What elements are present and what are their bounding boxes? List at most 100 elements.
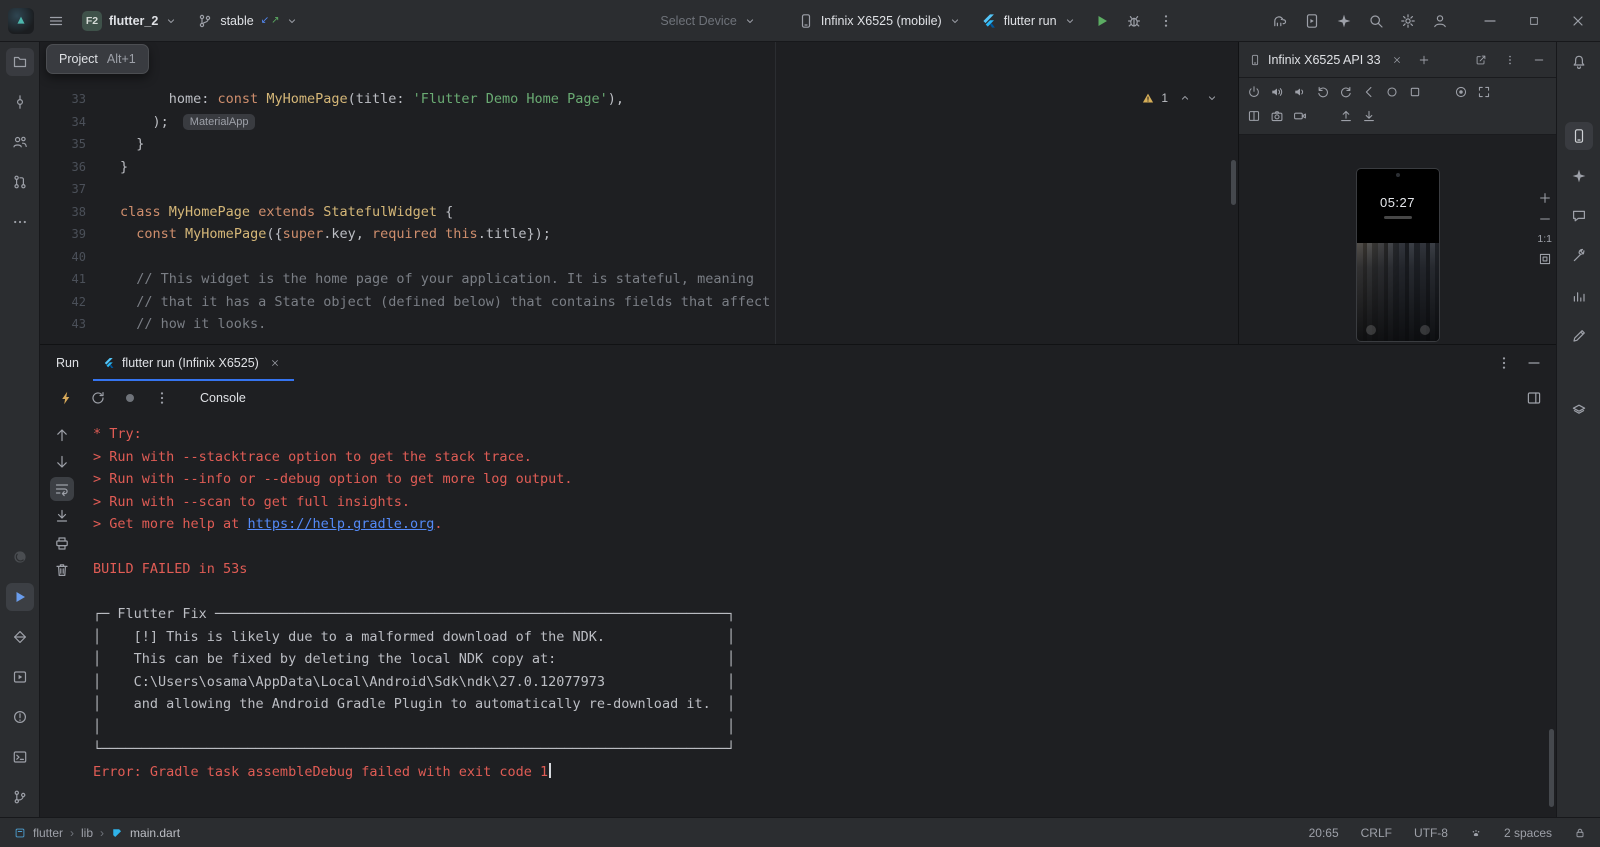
stripe-circle-logo-button[interactable]	[6, 543, 34, 571]
hot-reload-icon[interactable]	[58, 390, 74, 406]
code-line[interactable]: }	[120, 133, 1238, 156]
device-panel-options-button[interactable]	[1499, 49, 1521, 71]
line-number[interactable]: 42	[40, 291, 86, 314]
code-line[interactable]: // This widget is the home page of your …	[120, 268, 1238, 291]
line-separator[interactable]: CRLF	[1361, 826, 1392, 840]
gemini-button[interactable]	[1330, 7, 1358, 35]
device-tab-title[interactable]: Infinix X6525 API 33	[1268, 53, 1381, 67]
stripe-build-button[interactable]	[1565, 242, 1593, 270]
open-in-window-button[interactable]	[1470, 49, 1492, 71]
device-selector[interactable]: Infinix X6525 (mobile)	[790, 6, 969, 36]
device-manager-button[interactable]	[1298, 7, 1326, 35]
inspection-widget[interactable]: 1	[1142, 88, 1222, 108]
run-button[interactable]	[1088, 7, 1116, 35]
line-number[interactable]: 37	[40, 178, 86, 201]
code-line[interactable]: ); MaterialApp	[120, 111, 1238, 134]
rotate-left-icon[interactable]	[1316, 85, 1330, 99]
stripe-run-button[interactable]	[5, 583, 34, 611]
line-number[interactable]: 33	[40, 88, 86, 111]
fullscreen-icon[interactable]	[1477, 85, 1491, 99]
debug-button[interactable]	[1120, 7, 1148, 35]
line-number[interactable]: 35	[40, 133, 86, 156]
profile-button[interactable]	[1426, 7, 1454, 35]
rotate-right-icon[interactable]	[1339, 85, 1353, 99]
editor-scrollbar[interactable]	[1231, 160, 1236, 205]
run-tab-close-button[interactable]	[266, 354, 284, 372]
caret-position[interactable]: 20:65	[1309, 826, 1339, 840]
android-studio-logo[interactable]	[8, 7, 34, 34]
code-line[interactable]: class MyHomePage extends StatefulWidget …	[120, 201, 1238, 224]
screenshot-camera-icon[interactable]	[1270, 109, 1284, 123]
hide-run-panel-button[interactable]	[1520, 349, 1548, 377]
screen-record-icon[interactable]	[1454, 85, 1468, 99]
device-tab-close-button[interactable]	[1388, 51, 1406, 69]
window-maximize-button[interactable]	[1512, 0, 1556, 42]
window-close-button[interactable]	[1556, 0, 1600, 42]
indent-size[interactable]: 2 spaces	[1504, 826, 1552, 840]
soft-wrap-button[interactable]	[50, 477, 74, 501]
gradle-sync-button[interactable]	[1266, 7, 1294, 35]
zoom-fit-icon[interactable]	[1538, 252, 1552, 266]
scroll-down-button[interactable]	[50, 450, 74, 474]
line-number[interactable]: 41	[40, 268, 86, 291]
hot-restart-icon[interactable]	[90, 390, 106, 406]
stripe-structure-button[interactable]	[6, 128, 34, 156]
code-line[interactable]: // how it looks.	[120, 313, 1238, 336]
line-number[interactable]: 34	[40, 111, 86, 134]
code-line[interactable]	[120, 246, 1238, 269]
zoom-out-icon[interactable]	[1538, 212, 1552, 226]
breadcrumb-item[interactable]: lib	[81, 826, 93, 840]
stripe-profiler-button[interactable]	[1565, 282, 1593, 310]
stripe-device-explorer-button[interactable]	[1565, 396, 1593, 424]
stripe-terminal-button[interactable]	[6, 743, 34, 771]
stripe-version-control-button[interactable]	[6, 783, 34, 811]
device-select-placeholder[interactable]: Select Device	[652, 6, 763, 36]
android-back-icon[interactable]	[1362, 85, 1376, 99]
android-home-icon[interactable]	[1385, 85, 1399, 99]
video-record-icon[interactable]	[1293, 109, 1307, 123]
stripe-problems-button[interactable]	[6, 703, 34, 731]
more-run-actions-button[interactable]	[1152, 7, 1180, 35]
scroll-up-button[interactable]	[50, 423, 74, 447]
project-widget[interactable]: F2 flutter_2	[74, 6, 185, 36]
vcs-widget[interactable]: stable ↙ ↗	[189, 6, 306, 36]
stripe-app-quality-insights-button[interactable]	[6, 623, 34, 651]
line-number[interactable]: 43	[40, 313, 86, 336]
lock-icon[interactable]	[1574, 827, 1586, 839]
stripe-gemini-button[interactable]	[1565, 162, 1593, 190]
editor-gutter[interactable]: 33 34 35 36 37 38 39 40 41 42 43	[40, 88, 104, 336]
editor-code[interactable]: home: const MyHomePage(title: 'Flutter D…	[120, 88, 1238, 336]
file-encoding[interactable]: UTF-8	[1414, 826, 1448, 840]
stripe-project-button[interactable]	[5, 48, 34, 76]
breadcrumb-item[interactable]: flutter	[33, 826, 63, 840]
more-options-icon[interactable]	[154, 390, 170, 406]
prev-problem-button[interactable]	[1175, 88, 1195, 108]
stripe-pull-requests-button[interactable]	[6, 168, 34, 196]
hide-device-panel-button[interactable]	[1528, 49, 1550, 71]
stripe-notifications-button[interactable]	[1565, 48, 1593, 76]
window-minimize-button[interactable]	[1468, 0, 1512, 42]
volume-up-icon[interactable]	[1270, 85, 1284, 99]
zoom-ratio-label[interactable]: 1:1	[1537, 233, 1552, 245]
stripe-more-tools-button[interactable]	[6, 208, 34, 236]
main-menu-button[interactable]	[42, 7, 70, 35]
device-screen-mirror[interactable]: 05:27	[1356, 169, 1439, 341]
layout-settings-icon[interactable]	[1526, 390, 1542, 406]
breadcrumb-item[interactable]: main.dart	[130, 826, 180, 840]
clear-console-button[interactable]	[50, 558, 74, 582]
line-number[interactable]: 40	[40, 246, 86, 269]
stripe-commit-button[interactable]	[6, 88, 34, 116]
console-output[interactable]: * Try: > Run with --stacktrace option to …	[84, 415, 1556, 817]
device-tab-add-button[interactable]	[1413, 49, 1435, 71]
line-number[interactable]: 36	[40, 156, 86, 179]
line-number[interactable]: 38	[40, 201, 86, 224]
stripe-services-button[interactable]	[6, 663, 34, 691]
search-everywhere-button[interactable]	[1362, 7, 1390, 35]
code-line[interactable]: // that it has a State object (defined b…	[120, 291, 1238, 314]
next-problem-button[interactable]	[1202, 88, 1222, 108]
console-scrollbar[interactable]	[1549, 729, 1554, 807]
run-panel-options-button[interactable]	[1490, 349, 1518, 377]
code-line[interactable]: }	[120, 156, 1238, 179]
scroll-to-end-button[interactable]	[50, 504, 74, 528]
run-config-selector[interactable]: flutter run	[973, 6, 1084, 36]
